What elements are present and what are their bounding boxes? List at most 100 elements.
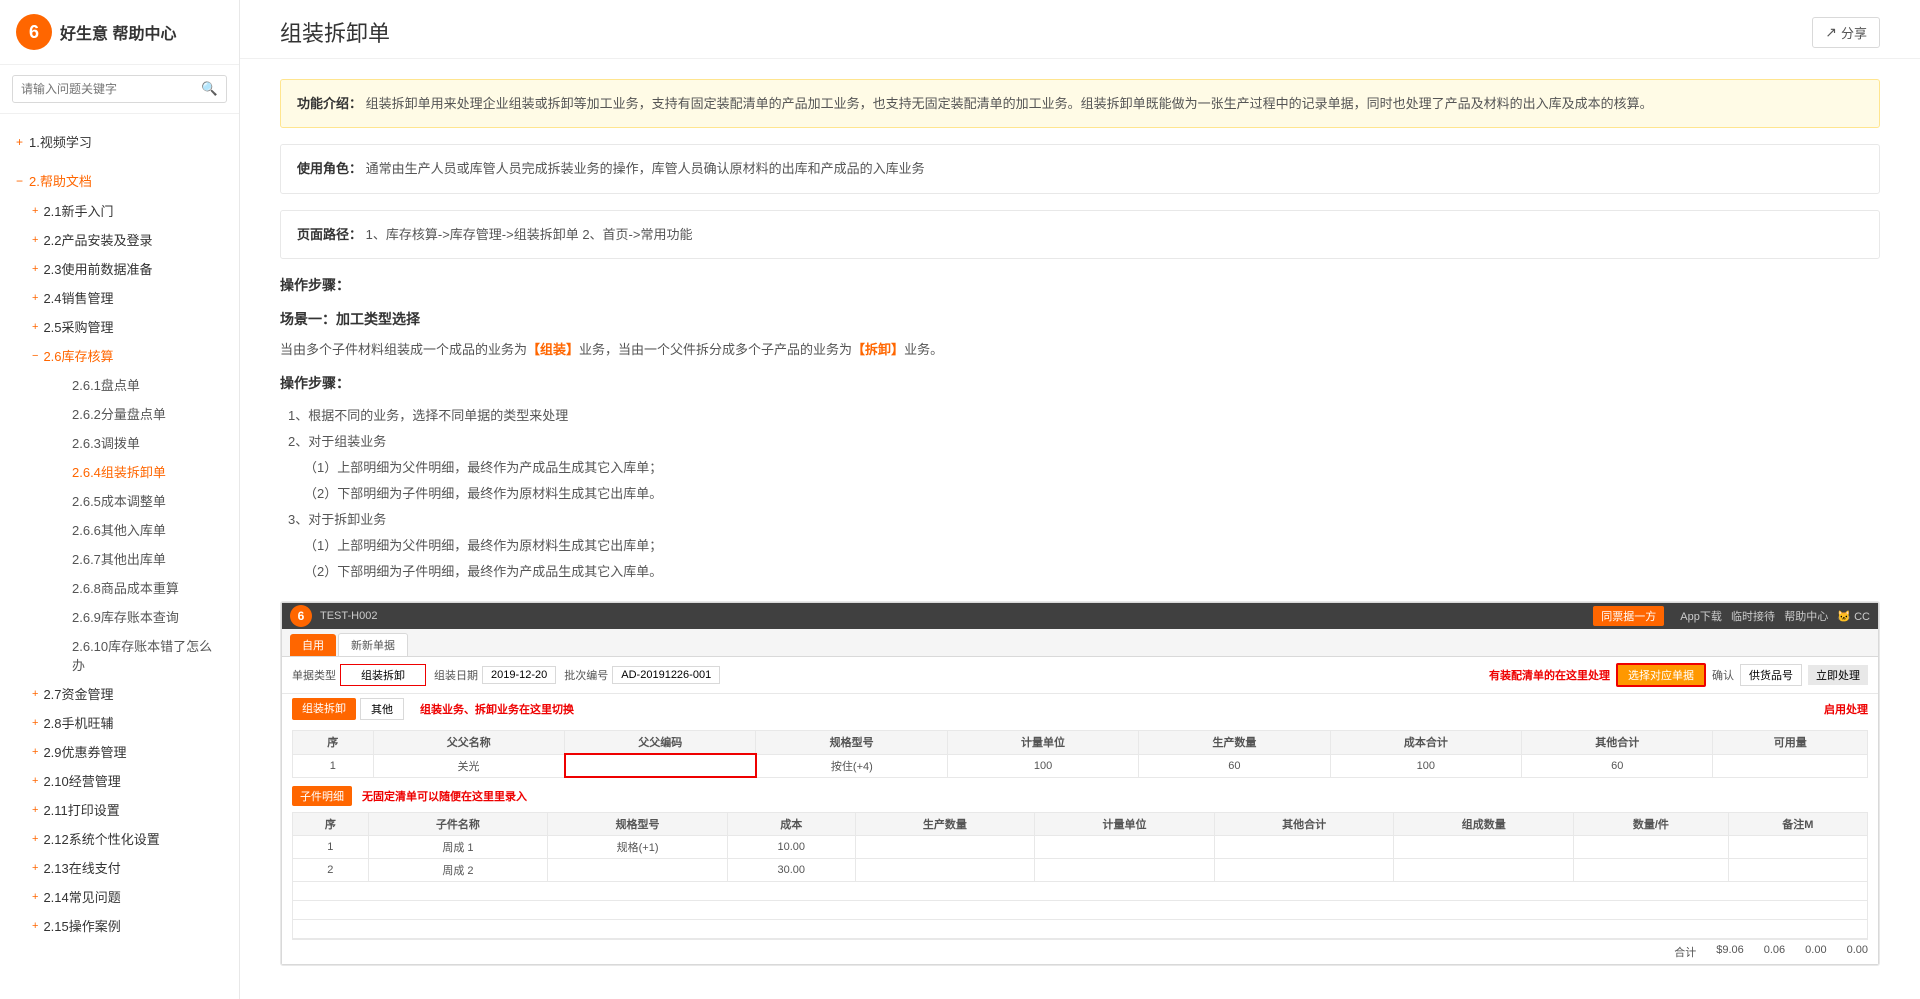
plus-icon-faq: + <box>32 891 38 903</box>
mock-sub-row-1: 1 周成 1 规格(+1) 10.00 <box>293 836 1868 859</box>
nav-tree: + 1.视频学习 − 2.帮助文档 + 2.1新手入门 + 2.2产品安装及登录 <box>0 114 239 999</box>
mock-form-bar: 单据类型 组装拆卸 组装日期 2019-12-20 批次编号 AD-201912… <box>282 657 1878 694</box>
sidebar-item-custom[interactable]: + 2.12系统个性化设置 <box>16 824 239 853</box>
plus-icon-sales: + <box>32 292 38 304</box>
mock-tabs-row: 自用 新新单据 <box>282 629 1878 657</box>
sidebar-item-sales[interactable]: + 2.4销售管理 <box>16 283 239 312</box>
main-content: 组装拆卸单 ↗ 分享 功能介绍： 组装拆卸单用来处理企业组装或拆卸等加工业务，支… <box>240 0 1920 999</box>
mock-logo: 6 <box>290 605 312 627</box>
col-other: 其他合计 <box>1522 731 1713 755</box>
sidebar-item-data[interactable]: + 2.3使用前数据准备 <box>16 254 239 283</box>
function-intro-text: 组装拆卸单用来处理企业组装或拆卸等加工业务，支持有固定装配清单的产品加工业务，也… <box>366 96 1653 111</box>
col-parent-code: 父父编码 <box>565 731 756 755</box>
mock-order-label: 批次编号 <box>564 667 608 683</box>
col-unit: 计量单位 <box>947 731 1138 755</box>
logo-icon: 6 <box>16 14 52 50</box>
step3: 3、对于拆卸业务 <box>280 507 1880 533</box>
main-header: 组装拆卸单 ↗ 分享 <box>240 0 1920 59</box>
annotation4-text: 无固定清单可以随便在这里里录入 <box>362 788 527 804</box>
plus-icon-cases: + <box>32 920 38 932</box>
sidebar-item-install[interactable]: + 2.2产品安装及登录 <box>16 225 239 254</box>
mock-type-label: 单据类型 <box>292 667 336 683</box>
path-box: 页面路径： 1、库存核算->库存管理->组装拆卸单 2、首页->常用功能 <box>280 210 1880 259</box>
sidebar-item-adjust[interactable]: 2.6.3调拨单 <box>48 428 239 457</box>
sidebar-item-mobile[interactable]: + 2.8手机旺辅 <box>16 708 239 737</box>
search-area: 🔍 <box>0 65 239 114</box>
mock-confirm-btn: 选择对应单据 <box>1616 663 1706 687</box>
annotation3-text: 启用处理 <box>1824 701 1868 717</box>
sidebar-item-goodscost[interactable]: 2.6.8商品成本重算 <box>48 573 239 602</box>
mock-tab-new: 新新单据 <box>338 633 408 656</box>
mock-highlight-cell <box>565 754 756 777</box>
logo-title: 好生意 帮助中心 <box>60 20 176 44</box>
sidebar-item-error[interactable]: 2.6.10库存账本错了怎么办 <box>48 631 239 679</box>
sidebar-item-finance[interactable]: + 2.7资金管理 <box>16 679 239 708</box>
role-text: 通常由生产人员或库管人员完成拆装业务的操作，库管人员确认原材料的出库和产成品的入… <box>366 161 925 176</box>
op-steps-title2: 操作步骤： <box>280 373 1880 393</box>
sidebar-item-query[interactable]: 2.6.9库存账本查询 <box>48 602 239 631</box>
mock-type-field: 单据类型 组装拆卸 <box>292 664 426 686</box>
role-box: 使用角色： 通常由生产人员或库管人员完成拆装业务的操作，库管人员确认原材料的出库… <box>280 144 1880 193</box>
mock-date-field: 组装日期 2019-12-20 <box>434 666 556 684</box>
plus-icon-finance: + <box>32 688 38 700</box>
mock-order-value: AD-20191226-001 <box>612 666 720 684</box>
search-button[interactable]: 🔍 <box>193 76 226 102</box>
col-parent-name: 父父名称 <box>373 731 564 755</box>
function-intro-box: 功能介绍： 组装拆卸单用来处理企业组装或拆卸等加工业务，支持有固定装配清单的产品… <box>280 79 1880 128</box>
col-qty: 生产数量 <box>1139 731 1330 755</box>
mock-sub-row-3 <box>293 882 1868 901</box>
annotation2-text: 组装业务、拆卸业务在这里切换 <box>420 701 574 717</box>
sidebar-item-cases[interactable]: + 2.15操作案例 <box>16 911 239 940</box>
step3-sub1: （1）上部明细为父件明细，最终作为原材料生成其它出库单； <box>280 533 1880 559</box>
mock-footer-totals: 合计 $9.06 0.06 0.00 0.00 <box>292 939 1868 964</box>
share-icon: ↗ <box>1825 24 1837 41</box>
mock-sub-table: 序 子件名称 规格型号 成本 生产数量 计量单位 其他合计 组成数量 数量/件 … <box>292 812 1868 939</box>
share-button[interactable]: ↗ 分享 <box>1812 17 1880 48</box>
sidebar-item-newbie[interactable]: + 2.1新手入门 <box>16 196 239 225</box>
annotation1-text: 有装配清单的在这里处理 <box>1489 667 1610 683</box>
function-intro-label: 功能介绍： <box>297 96 362 111</box>
sidebar-item-cost[interactable]: 2.6.5成本调整单 <box>48 486 239 515</box>
plus-icon-ops: + <box>32 775 38 787</box>
mock-ok-btn: 立即处理 <box>1808 665 1868 685</box>
mock-date-value: 2019-12-20 <box>482 666 556 684</box>
sidebar-item-inbound[interactable]: 2.6.6其他入库单 <box>48 515 239 544</box>
mock-sub-row-5 <box>293 920 1868 939</box>
sidebar-item-print[interactable]: + 2.11打印设置 <box>16 795 239 824</box>
mock-product-input: 供货品号 <box>1740 664 1802 686</box>
sidebar-item-ops[interactable]: + 2.10经营管理 <box>16 766 239 795</box>
mock-type-tabs: 组装拆卸 其他 <box>292 698 404 720</box>
sidebar-item-inventory[interactable]: − 2.6库存核算 <box>16 341 239 370</box>
plus-icon-mobile: + <box>32 717 38 729</box>
mock-sub-table-area: 子件明细 无固定清单可以随便在这里里录入 序 子件名称 规格型号 成本 生产数量… <box>282 782 1878 964</box>
minus-icon-inventory: − <box>32 350 38 362</box>
mock-other-tab: 其他 <box>360 698 404 720</box>
col-seq: 序 <box>293 731 374 755</box>
sidebar-item-assemble[interactable]: 2.6.4组装拆卸单 <box>48 457 239 486</box>
sidebar-item-video[interactable]: + 1.视频学习 <box>0 126 239 157</box>
mock-sub-row-2: 2 周成 2 30.00 <box>293 859 1868 882</box>
plus-icon-newbie: + <box>32 205 38 217</box>
op-steps-title: 操作步骤： <box>280 275 1880 295</box>
mock-section-header: 组装拆卸 其他 组装业务、拆卸业务在这里切换 启用处理 <box>282 694 1878 724</box>
sidebar-item-pay[interactable]: + 2.13在线支付 <box>16 853 239 882</box>
sidebar-item-stocktake[interactable]: 2.6.1盘点单 <box>48 370 239 399</box>
sidebar-item-outbound[interactable]: 2.6.7其他出库单 <box>48 544 239 573</box>
logo-area: 6 好生意 帮助中心 <box>0 0 239 65</box>
page-title: 组装拆卸单 <box>280 16 390 48</box>
mock-date-label: 组装日期 <box>434 667 478 683</box>
sidebar-item-purchase[interactable]: + 2.5采购管理 <box>16 312 239 341</box>
mock-store-id: TEST-H002 <box>320 610 377 622</box>
sidebar-item-faq[interactable]: + 2.14常见问题 <box>16 882 239 911</box>
sidebar-item-split[interactable]: 2.6.2分量盘点单 <box>48 399 239 428</box>
highlight-disassemble: 【拆卸】 <box>852 342 904 357</box>
step1: 1、根据不同的业务，选择不同单据的类型来处理 <box>280 403 1880 429</box>
search-input[interactable] <box>13 77 193 101</box>
sidebar: 6 好生意 帮助中心 🔍 + 1.视频学习 − 2.帮助文档 + 2 <box>0 0 240 999</box>
step3-sub2: （2）下部明细为子件明细，最终作为产成品生成其它入库单。 <box>280 559 1880 585</box>
inventory-sub-items: 2.6.1盘点单 2.6.2分量盘点单 2.6.3调拨单 2.6.4组装拆卸单 … <box>16 370 239 679</box>
mock-order-field: 批次编号 AD-20191226-001 <box>564 666 720 684</box>
sidebar-item-coupon[interactable]: + 2.9优惠券管理 <box>16 737 239 766</box>
mock-screenshot: 6 TEST-H002 同票据一方 App下载 临时接待 帮助中心 🐱 CC 自… <box>281 602 1879 965</box>
sidebar-item-docs[interactable]: − 2.帮助文档 <box>0 165 239 196</box>
